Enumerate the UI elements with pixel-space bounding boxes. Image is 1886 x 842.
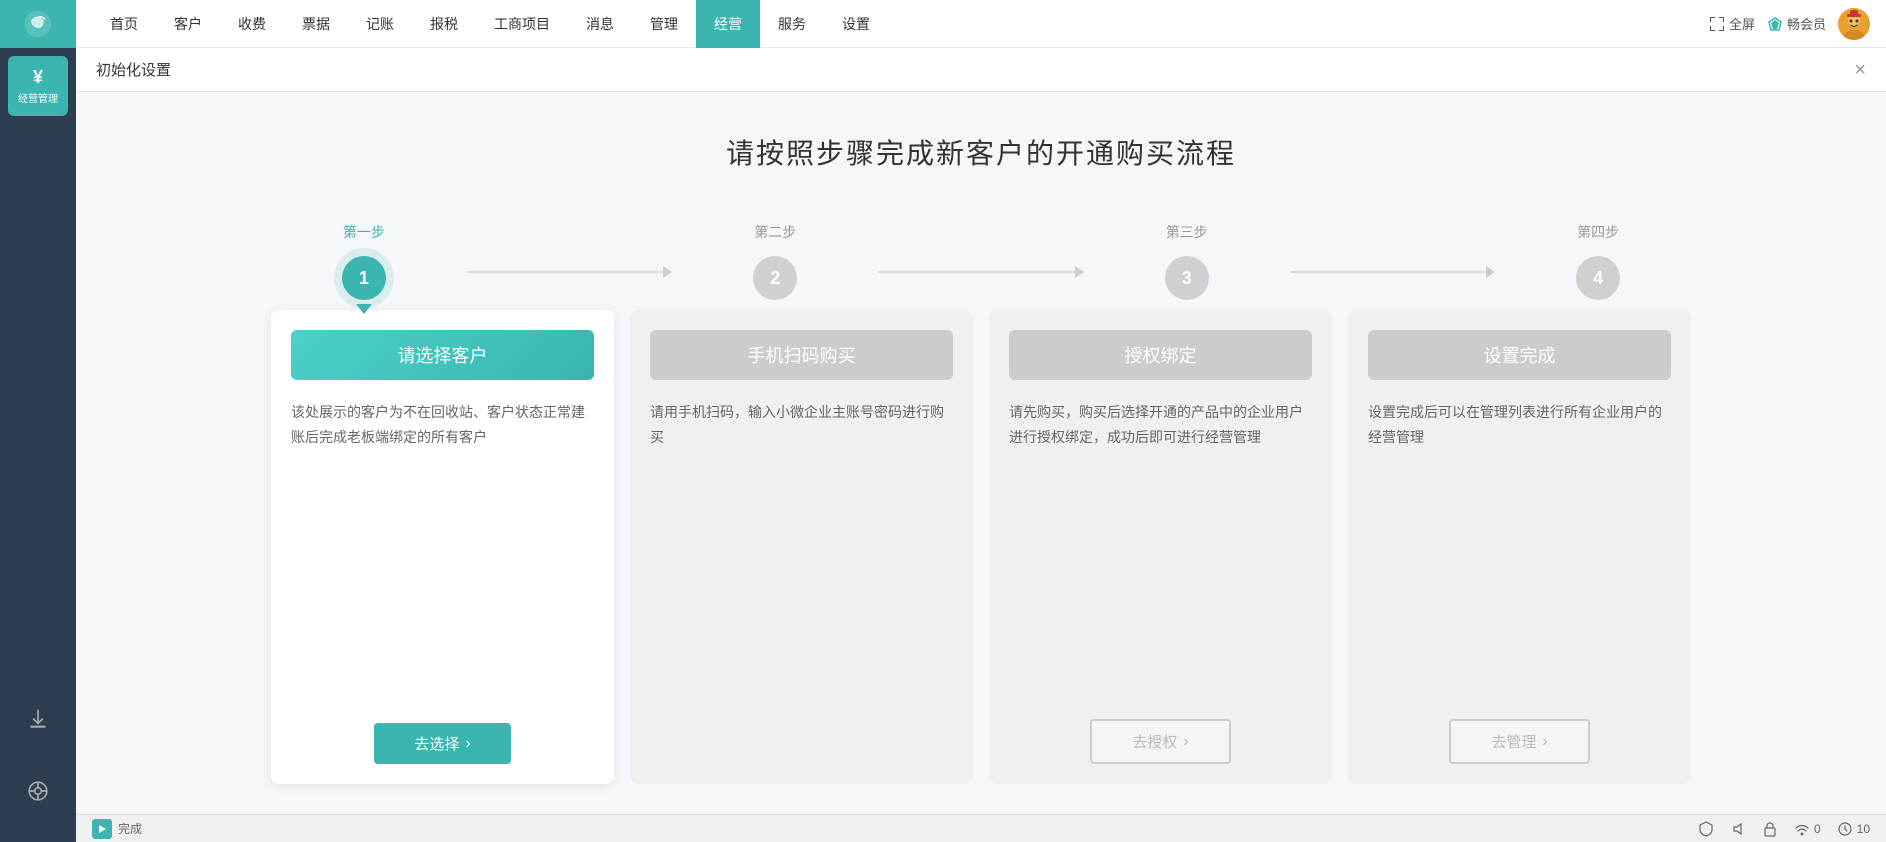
nav-item-service[interactable]: 服务 xyxy=(760,0,824,48)
sidebar-support[interactable] xyxy=(8,762,68,822)
step-4-label: 第四步 xyxy=(1577,222,1619,242)
sidebar-icon-finance: ¥ xyxy=(33,67,43,88)
card-4-desc: 设置完成后可以在管理列表进行所有企业用户的经营管理 xyxy=(1368,400,1671,699)
nav-item-home[interactable]: 首页 xyxy=(92,0,156,48)
sidebar-item-operation[interactable]: ¥ 经营管理 xyxy=(8,56,68,116)
step-2-node: 2 xyxy=(753,256,797,300)
status-right: 0 10 xyxy=(1698,821,1870,837)
nav-item-settings[interactable]: 设置 xyxy=(824,0,888,48)
card-step-4: 设置完成 设置完成后可以在管理列表进行所有企业用户的经营管理 去管理 › xyxy=(1348,310,1691,784)
app-logo[interactable] xyxy=(0,0,76,48)
card-1-title: 请选择客户 xyxy=(291,330,594,380)
nav-item-message[interactable]: 消息 xyxy=(568,0,632,48)
connector-1-2 xyxy=(467,266,673,300)
connector-2-3 xyxy=(878,266,1084,300)
go-select-arrow: › xyxy=(465,735,470,753)
card-step-3: 授权绑定 请先购买，购买后选择开通的产品中的企业用户进行授权绑定，成功后即可进行… xyxy=(989,310,1332,784)
bottom-bar: 完成 xyxy=(76,814,1886,842)
step-1-header: 第一步 1 xyxy=(261,222,467,300)
vip-button[interactable]: 畅会员 xyxy=(1767,14,1826,33)
clock-value: 10 xyxy=(1857,822,1870,836)
nav-item-bookkeeping[interactable]: 记账 xyxy=(348,0,412,48)
card-step-2: 手机扫码购买 请用手机扫码，输入小微企业主账号密码进行购买 xyxy=(630,310,973,784)
card-2-title: 手机扫码购买 xyxy=(650,330,953,380)
wifi-count: 0 xyxy=(1814,822,1821,836)
user-avatar[interactable] xyxy=(1838,8,1870,40)
volume-status xyxy=(1730,821,1746,837)
nav-item-invoice[interactable]: 票据 xyxy=(284,0,348,48)
sidebar-download[interactable] xyxy=(8,690,68,750)
nav-right-area: 全屏 畅会员 xyxy=(1709,8,1870,40)
go-authorize-button[interactable]: 去授权 › xyxy=(1090,719,1230,764)
card-3-title: 授权绑定 xyxy=(1009,330,1312,380)
nav-item-billing[interactable]: 收费 xyxy=(220,0,284,48)
nav-item-operation[interactable]: 经营 xyxy=(696,0,760,48)
go-authorize-arrow: › xyxy=(1183,733,1188,751)
status-label: 完成 xyxy=(118,820,142,837)
wizard-container: 请按照步骤完成新客户的开通购买流程 第一步 1 xyxy=(76,92,1886,814)
fullscreen-button[interactable]: 全屏 xyxy=(1709,14,1755,33)
step-3-header: 第三步 3 xyxy=(1084,222,1290,300)
panel-header: 初始化设置 × xyxy=(76,48,1886,92)
main-layout: ¥ 经营管理 xyxy=(0,48,1886,842)
go-manage-arrow: › xyxy=(1542,733,1547,751)
card-1-desc: 该处展示的客户为不在回收站、客户状态正常建账后完成老板端绑定的所有客户 xyxy=(291,400,594,703)
sidebar-label-finance: 经营管理 xyxy=(18,90,58,105)
play-icon xyxy=(92,819,112,839)
card-3-action: 去授权 › xyxy=(1009,719,1312,764)
nav-item-manage[interactable]: 管理 xyxy=(632,0,696,48)
nav-menu: 首页 客户 收费 票据 记账 报税 工商项目 消息 管理 经营 服务 设置 xyxy=(92,0,1709,48)
step-3-label: 第三步 xyxy=(1166,222,1208,242)
close-button[interactable]: × xyxy=(1854,60,1866,80)
panel-title: 初始化设置 xyxy=(96,59,171,80)
clock-status: 10 xyxy=(1837,821,1870,837)
top-navigation: 首页 客户 收费 票据 记账 报税 工商项目 消息 管理 经营 服务 设置 全屏 xyxy=(0,0,1886,48)
fullscreen-label: 全屏 xyxy=(1729,14,1755,33)
step-1-node: 1 xyxy=(342,256,386,300)
step-3-node: 3 xyxy=(1165,256,1209,300)
card-1-action: 去选择 › xyxy=(291,723,594,764)
card-4-action: 去管理 › xyxy=(1368,719,1671,764)
go-select-button[interactable]: 去选择 › xyxy=(374,723,510,764)
connector-3-4 xyxy=(1290,266,1496,300)
content-area: 初始化设置 × 请按照步骤完成新客户的开通购买流程 第一步 1 xyxy=(76,48,1886,842)
go-manage-button[interactable]: 去管理 › xyxy=(1449,719,1589,764)
wifi-status: 0 xyxy=(1794,821,1821,837)
card-4-title: 设置完成 xyxy=(1368,330,1671,380)
card-3-desc: 请先购买，购买后选择开通的产品中的企业用户进行授权绑定，成功后即可进行经营管理 xyxy=(1009,400,1312,699)
step-2-header: 第二步 2 xyxy=(672,222,878,300)
step-4-header: 第四步 4 xyxy=(1495,222,1701,300)
sidebar: ¥ 经营管理 xyxy=(0,48,76,842)
nav-item-business[interactable]: 工商项目 xyxy=(476,0,568,48)
steps-timeline: 第一步 1 第二步 xyxy=(261,222,1701,300)
card-step-1: 请选择客户 该处展示的客户为不在回收站、客户状态正常建账后完成老板端绑定的所有客… xyxy=(271,310,614,784)
step-2-label: 第二步 xyxy=(754,222,796,242)
lock-status xyxy=(1762,821,1778,837)
cards-row: 请选择客户 该处展示的客户为不在回收站、客户状态正常建账后完成老板端绑定的所有客… xyxy=(271,310,1691,784)
step-4-node: 4 xyxy=(1576,256,1620,300)
card-2-desc: 请用手机扫码，输入小微企业主账号密码进行购买 xyxy=(650,400,953,744)
nav-item-tax[interactable]: 报税 xyxy=(412,0,476,48)
vip-label: 畅会员 xyxy=(1787,14,1826,33)
nav-item-client[interactable]: 客户 xyxy=(156,0,220,48)
step-1-label: 第一步 xyxy=(343,222,385,242)
shield-status xyxy=(1698,821,1714,837)
wizard-title: 请按照步骤完成新客户的开通购买流程 xyxy=(726,132,1236,172)
sidebar-bottom xyxy=(8,690,68,842)
